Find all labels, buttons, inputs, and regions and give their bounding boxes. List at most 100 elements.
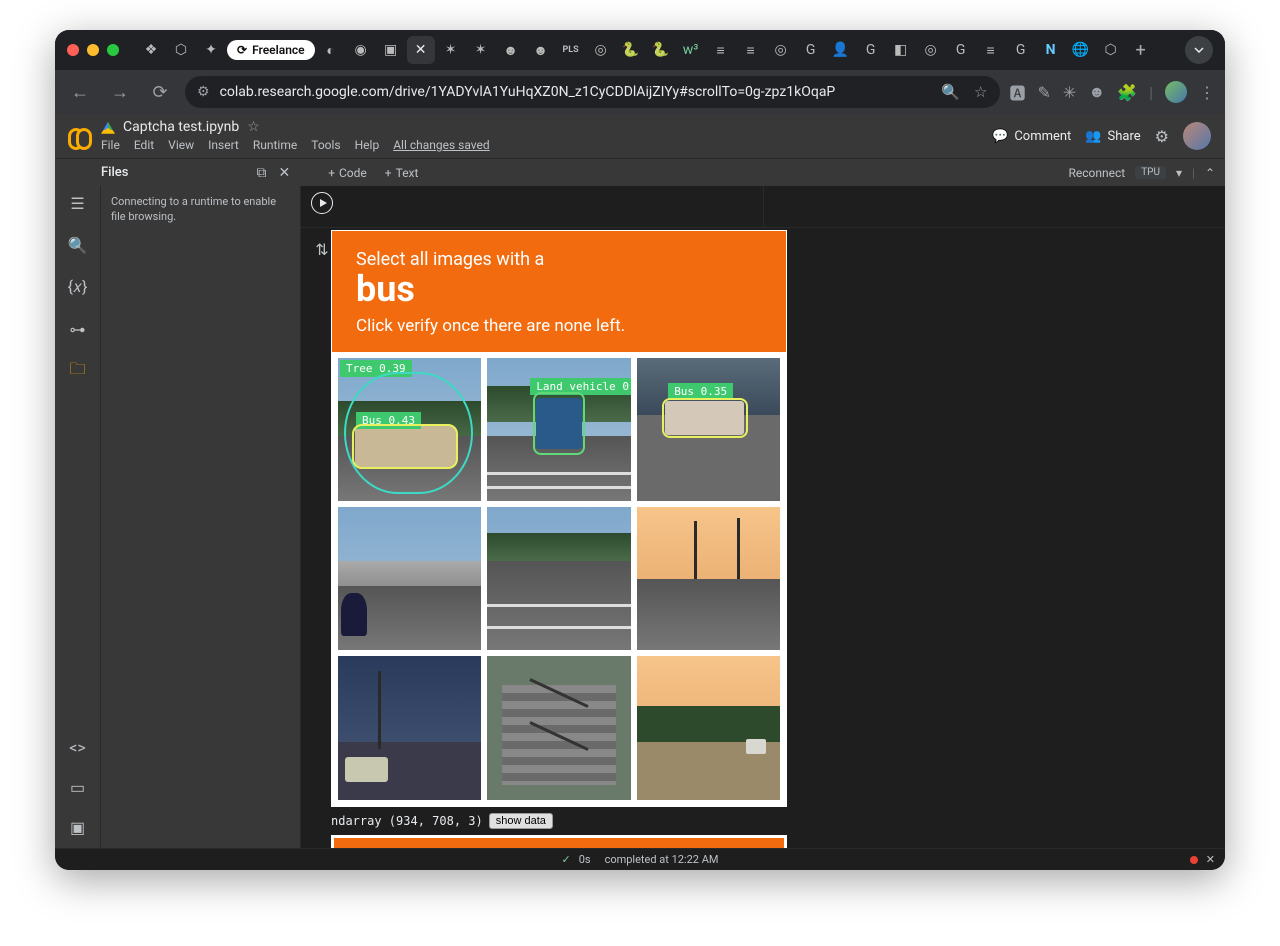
terminal-icon[interactable]: ▣: [65, 814, 91, 840]
new-tab-button[interactable]: +: [1127, 40, 1155, 61]
tab-icon[interactable]: ❖: [137, 36, 165, 64]
notebook-title[interactable]: Captcha test.ipynb: [123, 119, 239, 136]
status-close-icon[interactable]: ✕: [1206, 853, 1215, 866]
profile-avatar[interactable]: [1165, 81, 1187, 103]
menu-runtime[interactable]: Runtime: [253, 138, 297, 152]
tab-icon[interactable]: ≡: [737, 36, 765, 64]
tab-icon[interactable]: ✦: [197, 36, 225, 64]
browser-window: ❖ ⬡ ✦ ⟳ Freelance ◐ ◉ ▣ ✕ ✶ ✶ ☻ ☻ PLS ◎ …: [55, 30, 1225, 870]
tab-icon[interactable]: ◎: [917, 36, 945, 64]
menu-tools[interactable]: Tools: [311, 138, 340, 152]
captcha-tile[interactable]: [637, 507, 780, 650]
tab-active-close[interactable]: ✕: [407, 36, 435, 64]
check-icon: ✓: [561, 853, 570, 866]
tab-icon[interactable]: ▣: [377, 36, 405, 64]
tab-icon[interactable]: ◎: [587, 36, 615, 64]
cell-toolbar-icon[interactable]: ⇅: [311, 238, 333, 260]
reload-button[interactable]: ⟳: [145, 82, 175, 103]
forward-button[interactable]: →: [105, 82, 135, 103]
tab-icon[interactable]: G: [857, 36, 885, 64]
settings-gear-icon[interactable]: ⚙: [1155, 127, 1169, 146]
share-button[interactable]: 👥 Share: [1085, 129, 1140, 144]
captcha-tile[interactable]: Bus 0.35: [637, 358, 780, 501]
add-text-button[interactable]: +Text: [385, 166, 419, 180]
add-code-button[interactable]: +Code: [328, 166, 367, 180]
account-avatar[interactable]: [1183, 122, 1211, 150]
captcha-tile[interactable]: [487, 656, 630, 799]
tab-icon[interactable]: ✶: [437, 36, 465, 64]
reconnect-button[interactable]: Reconnect: [1068, 166, 1125, 180]
bookmark-icon[interactable]: ☆: [974, 83, 987, 101]
files-icon[interactable]: 🗀: [65, 358, 91, 384]
minimize-window-dot[interactable]: [87, 44, 99, 56]
colab-logo-icon[interactable]: [69, 125, 91, 147]
url-text: colab.research.google.com/drive/1YADYvlA…: [220, 84, 932, 100]
menu-view[interactable]: View: [168, 138, 194, 152]
tab-icon[interactable]: G: [797, 36, 825, 64]
tab-icon[interactable]: 👤: [827, 36, 855, 64]
tab-icon[interactable]: ◉: [347, 36, 375, 64]
tab-icon[interactable]: 🐍: [647, 36, 675, 64]
tab-icon[interactable]: G: [1007, 36, 1035, 64]
zoom-icon[interactable]: 🔍: [941, 83, 960, 101]
site-settings-icon[interactable]: ⚙: [197, 84, 210, 100]
secrets-icon[interactable]: ⊶: [65, 316, 91, 342]
tab-icon[interactable]: ⬡: [1097, 36, 1125, 64]
captcha-tile[interactable]: [637, 656, 780, 799]
back-button[interactable]: ←: [65, 82, 95, 103]
tab-freelance[interactable]: ⟳ Freelance: [227, 40, 315, 60]
menu-file[interactable]: File: [101, 138, 120, 152]
tab-icon[interactable]: ◧: [887, 36, 915, 64]
new-window-icon[interactable]: ⧉: [256, 165, 266, 181]
code-snippets-icon[interactable]: <>: [65, 734, 91, 760]
captcha-tile[interactable]: [338, 507, 481, 650]
menu-edit[interactable]: Edit: [134, 138, 154, 152]
tab-icon[interactable]: G: [947, 36, 975, 64]
star-button[interactable]: ☆: [247, 119, 260, 136]
toc-icon[interactable]: ☰: [65, 190, 91, 216]
omnibox[interactable]: ⚙ colab.research.google.com/drive/1YADYv…: [185, 76, 1000, 108]
show-data-button[interactable]: show data: [489, 813, 553, 829]
captcha-tile[interactable]: [487, 507, 630, 650]
extension-icon[interactable]: ✎: [1038, 83, 1051, 102]
captcha-tile[interactable]: [338, 656, 481, 799]
tab-icon[interactable]: ☻: [527, 36, 555, 64]
ndarray-text: ndarray (934, 708, 3): [331, 814, 483, 828]
browser-menu-icon[interactable]: ⋮: [1199, 83, 1215, 102]
search-icon[interactable]: 🔍: [65, 232, 91, 258]
translate-icon[interactable]: 🅰: [1010, 80, 1026, 104]
comment-button[interactable]: 💬 Comment: [992, 129, 1071, 144]
command-palette-icon[interactable]: ▭: [65, 774, 91, 800]
runtime-type-badge: TPU: [1135, 166, 1166, 179]
tab-icon[interactable]: ☻: [497, 36, 525, 64]
tab-icon[interactable]: 🐍: [617, 36, 645, 64]
extensions-puzzle-icon[interactable]: 🧩: [1117, 83, 1137, 102]
tab-icon[interactable]: ✶: [467, 36, 495, 64]
tab-icon[interactable]: ≡: [977, 36, 1005, 64]
tab-icon[interactable]: w³: [677, 36, 705, 64]
close-panel-icon[interactable]: ✕: [278, 165, 290, 181]
extension-icon[interactable]: ☻: [1088, 82, 1105, 102]
tab-icon[interactable]: ◎: [767, 36, 795, 64]
tab-icon[interactable]: PLS: [557, 36, 585, 64]
runtime-dropdown-icon[interactable]: ▾: [1176, 166, 1182, 180]
collapse-button[interactable]: ⌃: [1205, 166, 1215, 180]
tab-icon[interactable]: ≡: [707, 36, 735, 64]
tab-icon[interactable]: ⬡: [167, 36, 195, 64]
zoom-window-dot[interactable]: [107, 44, 119, 56]
captcha-tile[interactable]: Land vehicle 0.41: [487, 358, 630, 501]
run-cell-button[interactable]: [311, 192, 333, 214]
tab-overflow-button[interactable]: [1185, 36, 1213, 64]
code-cell[interactable]: [301, 186, 1225, 228]
tab-icon[interactable]: 🌐: [1067, 36, 1095, 64]
tab-icon[interactable]: ◐: [317, 36, 345, 64]
tab-icon[interactable]: N: [1037, 36, 1065, 64]
menu-insert[interactable]: Insert: [208, 138, 239, 152]
captcha-tile[interactable]: Tree 0.39 Bus 0.43: [338, 358, 481, 501]
save-status[interactable]: All changes saved: [393, 138, 489, 152]
close-window-dot[interactable]: [67, 44, 79, 56]
menu-help[interactable]: Help: [355, 138, 380, 152]
extension-icon[interactable]: ✳: [1063, 83, 1076, 102]
left-rail: ☰ 🔍 {𝑥} ⊶ 🗀 <> ▭ ▣: [55, 186, 101, 848]
variables-icon[interactable]: {𝑥}: [65, 274, 91, 300]
